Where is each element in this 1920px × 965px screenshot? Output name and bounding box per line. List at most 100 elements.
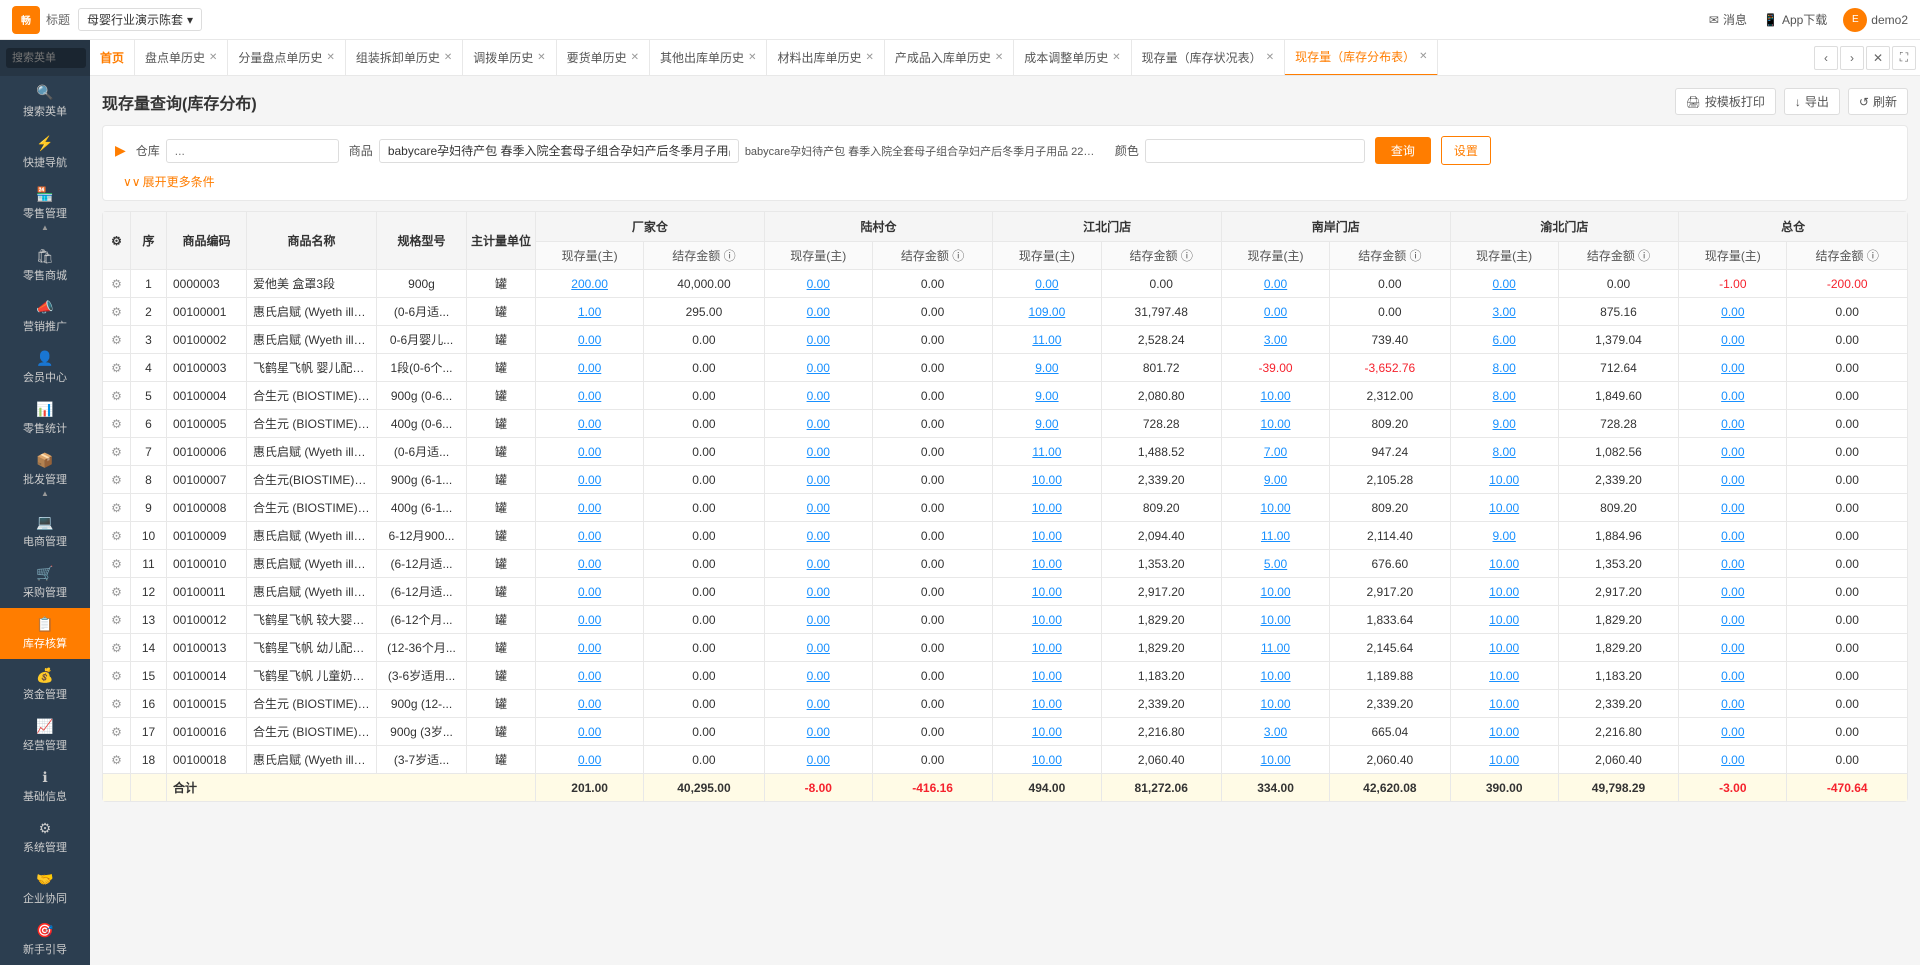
td-gear[interactable]: ⚙: [103, 410, 131, 438]
td-gear[interactable]: ⚙: [103, 466, 131, 494]
td-yb-qty[interactable]: 0.00: [1450, 270, 1558, 298]
sidebar-item-经营管理[interactable]: 📈经营管理: [0, 710, 90, 761]
td-zc-qty[interactable]: 0.00: [1679, 354, 1787, 382]
td-f-qty[interactable]: 0.00: [536, 718, 644, 746]
tab-fullscreen-btn[interactable]: ⛶: [1892, 46, 1916, 70]
td-na-qty[interactable]: 3.00: [1221, 718, 1329, 746]
tab-close-icon[interactable]: ✕: [748, 52, 756, 63]
td-jb-qty[interactable]: 10.00: [993, 606, 1101, 634]
td-gear[interactable]: ⚙: [103, 662, 131, 690]
td-jb-qty[interactable]: 10.00: [993, 522, 1101, 550]
td-l-qty[interactable]: 0.00: [764, 354, 872, 382]
td-jb-qty[interactable]: 9.00: [993, 354, 1101, 382]
td-l-qty[interactable]: 0.00: [764, 746, 872, 774]
tab-close-icon[interactable]: ✕: [326, 52, 334, 63]
td-na-qty[interactable]: 10.00: [1221, 578, 1329, 606]
td-na-qty[interactable]: 10.00: [1221, 662, 1329, 690]
td-gear[interactable]: ⚙: [103, 270, 131, 298]
td-yb-qty[interactable]: 8.00: [1450, 438, 1558, 466]
td-f-qty[interactable]: 0.00: [536, 606, 644, 634]
td-zc-qty[interactable]: 0.00: [1679, 718, 1787, 746]
td-yb-qty[interactable]: 10.00: [1450, 466, 1558, 494]
tab-order[interactable]: 要货单历史✕: [557, 40, 650, 76]
app-download-btn[interactable]: 📱 App下载: [1763, 11, 1827, 28]
td-zc-qty[interactable]: 0.00: [1679, 382, 1787, 410]
td-f-qty[interactable]: 0.00: [536, 746, 644, 774]
tab-outbound[interactable]: 其他出库单历史✕: [650, 40, 767, 76]
td-l-qty[interactable]: 0.00: [764, 718, 872, 746]
td-jb-qty[interactable]: 109.00: [993, 298, 1101, 326]
td-gear[interactable]: ⚙: [103, 354, 131, 382]
td-na-qty[interactable]: -39.00: [1221, 354, 1329, 382]
export-btn[interactable]: ↓ 导出: [1784, 88, 1840, 115]
tab-close-icon[interactable]: ✕: [1112, 52, 1120, 63]
sidebar-item-营销推广[interactable]: 📣营销推广: [0, 291, 90, 342]
td-zc-qty[interactable]: 0.00: [1679, 438, 1787, 466]
td-na-qty[interactable]: 11.00: [1221, 634, 1329, 662]
sidebar-item-采购管理[interactable]: 🛒采购管理: [0, 557, 90, 608]
tab-close-icon[interactable]: ✕: [995, 52, 1003, 63]
td-gear[interactable]: ⚙: [103, 550, 131, 578]
td-zc-qty[interactable]: -1.00: [1679, 270, 1787, 298]
user-area[interactable]: E demo2: [1843, 8, 1908, 32]
td-f-qty[interactable]: 0.00: [536, 354, 644, 382]
td-l-qty[interactable]: 0.00: [764, 606, 872, 634]
td-f-qty[interactable]: 0.00: [536, 662, 644, 690]
td-gear[interactable]: ⚙: [103, 522, 131, 550]
td-zc-qty[interactable]: 0.00: [1679, 578, 1787, 606]
td-jb-qty[interactable]: 10.00: [993, 690, 1101, 718]
td-na-qty[interactable]: 11.00: [1221, 522, 1329, 550]
td-yb-qty[interactable]: 3.00: [1450, 298, 1558, 326]
td-f-qty[interactable]: 0.00: [536, 634, 644, 662]
td-f-qty[interactable]: 0.00: [536, 690, 644, 718]
td-f-qty[interactable]: 0.00: [536, 410, 644, 438]
td-zc-qty[interactable]: 0.00: [1679, 634, 1787, 662]
tab-partial[interactable]: 分量盘点单历史✕: [228, 40, 345, 76]
td-f-qty[interactable]: 0.00: [536, 326, 644, 354]
tab-assembly[interactable]: 组装拆卸单历史✕: [346, 40, 463, 76]
tab-close-icon[interactable]: ✕: [631, 52, 639, 63]
td-jb-qty[interactable]: 10.00: [993, 746, 1101, 774]
td-jb-qty[interactable]: 10.00: [993, 494, 1101, 522]
td-f-qty[interactable]: 0.00: [536, 494, 644, 522]
tab-inventory[interactable]: 盘点单历史✕: [135, 40, 228, 76]
td-l-qty[interactable]: 0.00: [764, 326, 872, 354]
color-input[interactable]: [1145, 139, 1365, 163]
td-jb-qty[interactable]: 11.00: [993, 326, 1101, 354]
td-zc-qty[interactable]: 0.00: [1679, 550, 1787, 578]
td-f-qty[interactable]: 0.00: [536, 382, 644, 410]
sidebar-item-系统管理[interactable]: ⚙系统管理: [0, 812, 90, 863]
tab-close-icon[interactable]: ✕: [537, 52, 545, 63]
sidebar-item-基础信息[interactable]: ℹ基础信息: [0, 761, 90, 812]
td-jb-qty[interactable]: 9.00: [993, 410, 1101, 438]
td-zc-qty[interactable]: 0.00: [1679, 466, 1787, 494]
tab-status[interactable]: 现存量（库存状况表）✕: [1132, 40, 1285, 76]
td-yb-qty[interactable]: 10.00: [1450, 690, 1558, 718]
tab-cost[interactable]: 成本调整单历史✕: [1014, 40, 1131, 76]
td-yb-qty[interactable]: 10.00: [1450, 606, 1558, 634]
refresh-btn[interactable]: ↺ 刷新: [1848, 88, 1908, 115]
td-jb-qty[interactable]: 10.00: [993, 466, 1101, 494]
td-l-qty[interactable]: 0.00: [764, 634, 872, 662]
tab-close-icon[interactable]: ✕: [1266, 52, 1274, 63]
td-gear[interactable]: ⚙: [103, 578, 131, 606]
td-yb-qty[interactable]: 9.00: [1450, 410, 1558, 438]
td-zc-qty[interactable]: 0.00: [1679, 410, 1787, 438]
sidebar-item-电商管理[interactable]: 💻电商管理: [0, 506, 90, 557]
td-l-qty[interactable]: 0.00: [764, 438, 872, 466]
tab-material[interactable]: 材料出库单历史✕: [767, 40, 884, 76]
filter-toggle-btn[interactable]: ▶: [115, 142, 126, 159]
td-jb-qty[interactable]: 10.00: [993, 718, 1101, 746]
td-l-qty[interactable]: 0.00: [764, 298, 872, 326]
sidebar-item-企业协同[interactable]: 🤝企业协同: [0, 863, 90, 914]
td-yb-qty[interactable]: 10.00: [1450, 718, 1558, 746]
td-na-qty[interactable]: 0.00: [1221, 270, 1329, 298]
td-l-qty[interactable]: 0.00: [764, 270, 872, 298]
sidebar-item-会员中心[interactable]: 👤会员中心: [0, 342, 90, 393]
tab-next-btn[interactable]: ›: [1840, 46, 1864, 70]
td-na-qty[interactable]: 10.00: [1221, 690, 1329, 718]
sidebar-item-零售统计[interactable]: 📊零售统计: [0, 393, 90, 444]
tab-prev-btn[interactable]: ‹: [1814, 46, 1838, 70]
td-l-qty[interactable]: 0.00: [764, 410, 872, 438]
tab-close-icon[interactable]: ✕: [209, 52, 217, 63]
